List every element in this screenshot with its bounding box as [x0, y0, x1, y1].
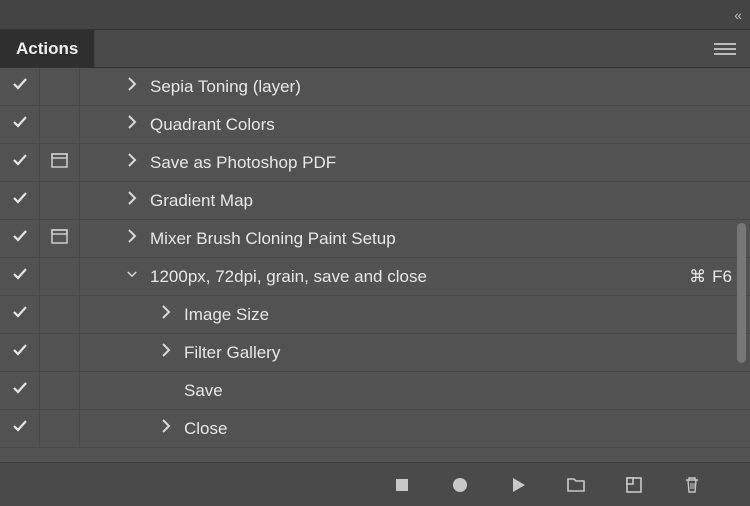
chevron-down-icon — [127, 267, 137, 286]
tab-bar: Actions — [0, 30, 750, 68]
disclosure-toggle[interactable] — [114, 77, 150, 96]
toggle-checkbox[interactable] — [0, 68, 40, 105]
disclosure-toggle[interactable] — [114, 153, 150, 172]
chevron-right-icon — [161, 305, 171, 324]
action-label: Mixer Brush Cloning Paint Setup — [150, 229, 732, 249]
checkmark-icon — [12, 266, 28, 287]
dialog-toggle[interactable] — [40, 68, 80, 105]
dialog-toggle[interactable] — [40, 182, 80, 219]
toggle-checkbox[interactable] — [0, 334, 40, 371]
action-label: Close — [184, 419, 732, 439]
dialog-toggle[interactable] — [40, 334, 80, 371]
play-button[interactable] — [506, 473, 530, 497]
actions-list: Sepia Toning (layer) Quadrant Colors Save … — [0, 68, 750, 462]
stop-button[interactable] — [390, 473, 414, 497]
checkmark-icon — [12, 342, 28, 363]
action-label: Filter Gallery — [184, 343, 732, 363]
action-row[interactable]: Image Size — [0, 296, 750, 334]
action-row[interactable]: Save — [0, 372, 750, 410]
dialog-icon — [51, 153, 68, 173]
checkmark-icon — [12, 114, 28, 135]
hamburger-icon — [714, 42, 736, 56]
disclosure-toggle[interactable] — [148, 305, 184, 324]
toggle-checkbox[interactable] — [0, 258, 40, 295]
panel-menu-button[interactable] — [700, 30, 750, 67]
command-icon: ⌘ — [689, 267, 706, 287]
dialog-toggle[interactable] — [40, 144, 80, 181]
disclosure-toggle[interactable] — [114, 229, 150, 248]
checkmark-icon — [12, 418, 28, 439]
folder-icon — [566, 475, 586, 495]
checkmark-icon — [12, 228, 28, 249]
toggle-checkbox[interactable] — [0, 296, 40, 333]
trash-icon — [682, 475, 702, 495]
action-label: 1200px, 72dpi, grain, save and close — [150, 267, 689, 287]
new-action-icon — [624, 475, 644, 495]
action-row[interactable]: Mixer Brush Cloning Paint Setup — [0, 220, 750, 258]
action-row[interactable]: Filter Gallery — [0, 334, 750, 372]
play-icon — [508, 475, 528, 495]
record-icon — [450, 475, 470, 495]
delete-button[interactable] — [680, 473, 704, 497]
action-label: Quadrant Colors — [150, 115, 732, 135]
collapse-icon[interactable]: « — [734, 7, 738, 23]
dialog-toggle[interactable] — [40, 410, 80, 447]
disclosure-toggle[interactable] — [148, 419, 184, 438]
toggle-checkbox[interactable] — [0, 372, 40, 409]
shortcut-label: ⌘ F6 — [689, 267, 732, 287]
checkmark-icon — [12, 304, 28, 325]
action-row[interactable]: Quadrant Colors — [0, 106, 750, 144]
dialog-toggle[interactable] — [40, 106, 80, 143]
chevron-right-icon — [127, 153, 137, 172]
record-button[interactable] — [448, 473, 472, 497]
action-row[interactable]: Sepia Toning (layer) — [0, 68, 750, 106]
disclosure-toggle[interactable] — [114, 267, 150, 286]
disclosure-toggle[interactable] — [114, 115, 150, 134]
tab-spacer — [95, 30, 700, 67]
action-label: Image Size — [184, 305, 732, 325]
dialog-toggle[interactable] — [40, 220, 80, 257]
action-label: Save as Photoshop PDF — [150, 153, 732, 173]
action-row[interactable]: Close — [0, 410, 750, 448]
toggle-checkbox[interactable] — [0, 182, 40, 219]
scrollbar-thumb[interactable] — [737, 223, 746, 363]
dialog-toggle[interactable] — [40, 296, 80, 333]
chevron-right-icon — [161, 419, 171, 438]
chevron-right-icon — [127, 115, 137, 134]
dialog-toggle[interactable] — [40, 372, 80, 409]
toggle-checkbox[interactable] — [0, 144, 40, 181]
tab-actions[interactable]: Actions — [0, 30, 95, 67]
checkmark-icon — [12, 152, 28, 173]
stop-icon — [392, 475, 412, 495]
disclosure-toggle[interactable] — [148, 343, 184, 362]
dialog-toggle[interactable] — [40, 258, 80, 295]
chevron-right-icon — [127, 229, 137, 248]
toggle-checkbox[interactable] — [0, 220, 40, 257]
toggle-checkbox[interactable] — [0, 410, 40, 447]
panel-footer — [0, 462, 750, 506]
chevron-right-icon — [161, 343, 171, 362]
chevron-right-icon — [127, 77, 137, 96]
chevron-right-icon — [127, 191, 137, 210]
shortcut-key: F6 — [712, 267, 732, 287]
new-action-button[interactable] — [622, 473, 646, 497]
disclosure-toggle[interactable] — [114, 191, 150, 210]
action-label: Sepia Toning (layer) — [150, 77, 732, 97]
action-label: Save — [184, 381, 732, 401]
action-row[interactable]: Gradient Map — [0, 182, 750, 220]
actions-panel: « Actions Sepia Toning (layer) Quadrant C… — [0, 0, 750, 506]
action-label: Gradient Map — [150, 191, 732, 211]
action-row[interactable]: 1200px, 72dpi, grain, save and close⌘ F6 — [0, 258, 750, 296]
new-set-button[interactable] — [564, 473, 588, 497]
action-row[interactable]: Save as Photoshop PDF — [0, 144, 750, 182]
checkmark-icon — [12, 190, 28, 211]
checkmark-icon — [12, 380, 28, 401]
scrollbar-track[interactable] — [736, 68, 748, 462]
toggle-checkbox[interactable] — [0, 106, 40, 143]
checkmark-icon — [12, 76, 28, 97]
dialog-icon — [51, 229, 68, 249]
panel-header: « — [0, 0, 750, 30]
